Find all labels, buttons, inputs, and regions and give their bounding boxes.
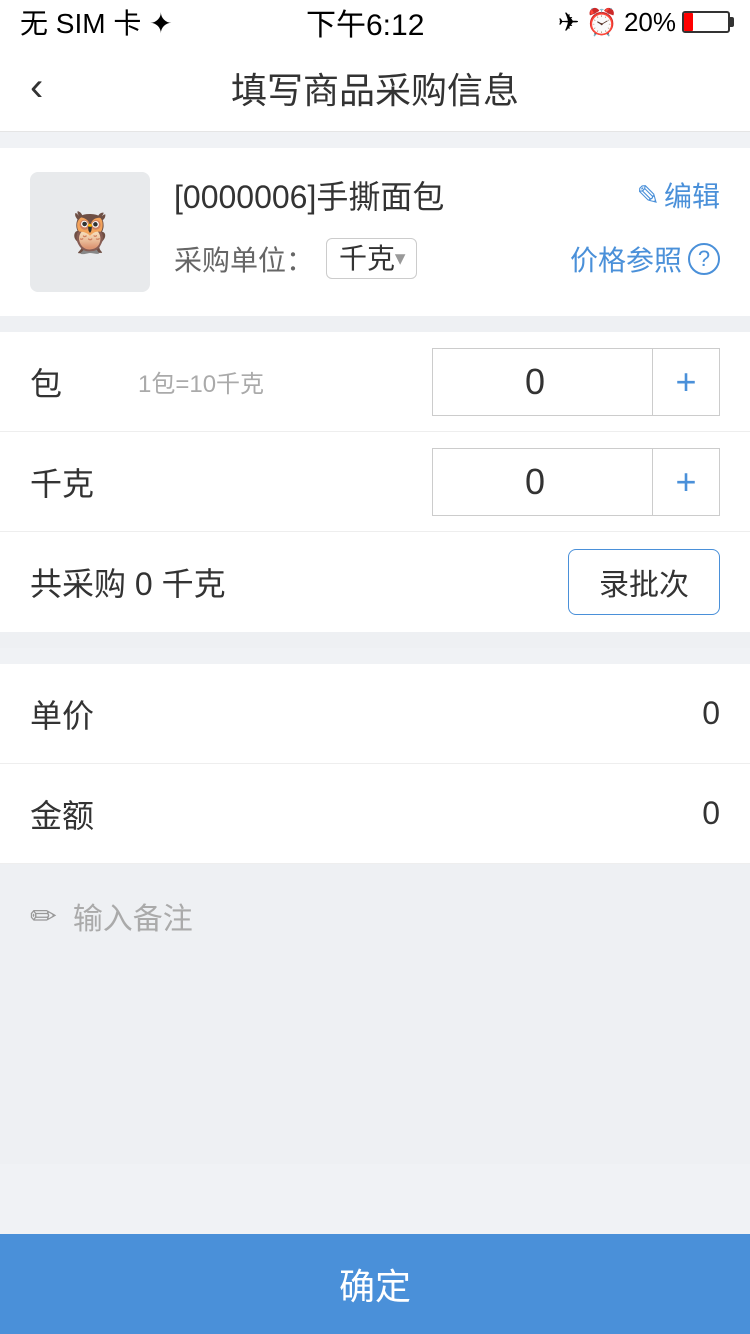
product-info: [0000006]手撕面包 ✎ 编辑 采购单位： 千克 包 件 价格参照 ? <box>174 172 720 279</box>
page-title: 填写商品采购信息 <box>231 62 519 114</box>
amount-row: 金额 0 <box>0 764 750 864</box>
status-time: 下午6:12 <box>306 0 424 44</box>
edit-icon: ✎ <box>637 179 660 212</box>
bag-plus-button[interactable]: + <box>652 348 720 416</box>
kg-input-row: 千克 + <box>0 432 750 532</box>
battery-text: 20% <box>624 7 676 38</box>
status-left: 无 SIM 卡 ✦ <box>20 2 173 42</box>
edit-label: 编辑 <box>664 175 720 215</box>
unit-price-row: 单价 0 <box>0 664 750 764</box>
status-bar: 无 SIM 卡 ✦ 下午6:12 ✈ ⏰ 20% <box>0 0 750 44</box>
confirm-button[interactable]: 确定 <box>0 1234 750 1334</box>
nav-bar: ‹ 填写商品采购信息 <box>0 44 750 132</box>
section-divider-1 <box>0 316 750 332</box>
location-icon: ✈ <box>558 7 580 38</box>
price-ref-label: 价格参照 <box>570 239 682 279</box>
kg-quantity-input[interactable] <box>432 448 652 516</box>
product-name-row: [0000006]手撕面包 ✎ 编辑 <box>174 172 720 218</box>
section-divider-2 <box>0 632 750 648</box>
batch-button[interactable]: 录批次 <box>568 549 720 615</box>
notes-placeholder: 输入备注 <box>73 894 193 938</box>
total-row: 共采购 0 千克 录批次 <box>0 532 750 632</box>
product-name: [0000006]手撕面包 <box>174 172 444 218</box>
amount-label: 金额 <box>30 791 94 837</box>
unit-select[interactable]: 千克 包 件 <box>326 238 417 279</box>
kg-plus-button[interactable]: + <box>652 448 720 516</box>
battery-icon <box>682 11 730 33</box>
unit-select-wrapper[interactable]: 千克 包 件 <box>326 238 417 279</box>
unit-label: 采购单位： <box>174 239 314 279</box>
kg-label: 千克 <box>30 459 130 505</box>
battery-fill <box>684 13 693 31</box>
unit-price-label: 单价 <box>30 691 94 737</box>
edit-button[interactable]: ✎ 编辑 <box>637 175 720 215</box>
signal-text: 无 SIM 卡 ✦ <box>20 2 173 42</box>
bag-input-row: 包 1包=10千克 + <box>0 332 750 432</box>
notes-section[interactable]: ✏ 输入备注 <box>0 864 750 1164</box>
alarm-icon: ⏰ <box>586 7 618 38</box>
input-section: 包 1包=10千克 + 千克 + <box>0 332 750 532</box>
bag-sublabel: 1包=10千克 <box>138 364 264 399</box>
bag-quantity-input[interactable] <box>432 348 652 416</box>
pencil-icon: ✏ <box>30 897 57 935</box>
status-right: ✈ ⏰ 20% <box>558 7 730 38</box>
total-text: 共采购 0 千克 <box>30 559 226 605</box>
product-image: 🦉 <box>30 172 150 292</box>
product-logo: 🦉 <box>65 209 115 256</box>
unit-row: 采购单位： 千克 包 件 价格参照 ? <box>174 238 720 279</box>
product-card: 🦉 [0000006]手撕面包 ✎ 编辑 采购单位： 千克 包 件 <box>0 148 750 316</box>
price-ref-help-icon: ? <box>688 243 720 275</box>
notes-input-area: ✏ 输入备注 <box>30 894 720 938</box>
unit-price-value: 0 <box>702 695 720 732</box>
bag-label: 包 <box>30 359 130 405</box>
price-section: 单价 0 金额 0 <box>0 664 750 864</box>
price-ref-button[interactable]: 价格参照 ? <box>570 239 720 279</box>
back-button[interactable]: ‹ <box>30 65 43 110</box>
amount-value: 0 <box>702 795 720 832</box>
